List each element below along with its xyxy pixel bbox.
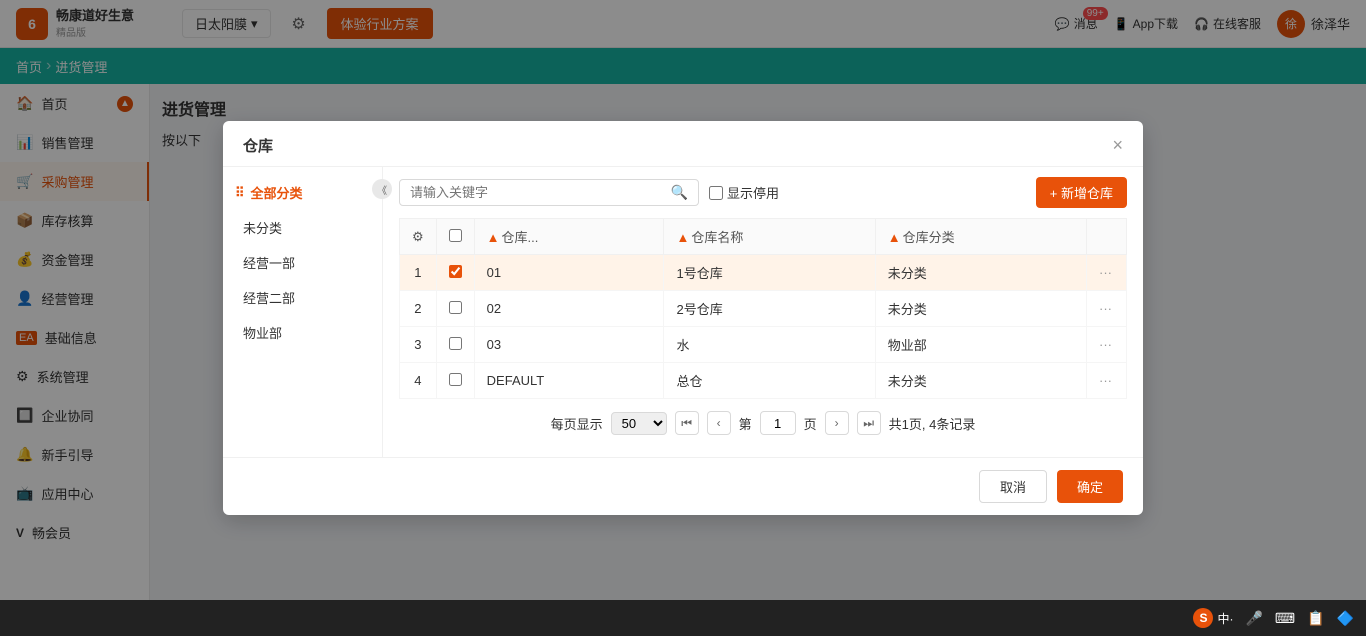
sort-icon-category: ▲ [888,230,901,245]
table-row[interactable]: 4 DEFAULT 总仓 未分类 ··· [400,363,1127,399]
select-all-checkbox[interactable] [449,229,462,242]
show-disabled-checkbox[interactable] [709,186,723,200]
table-row[interactable]: 3 03 水 物业部 ··· [400,327,1127,363]
row-code: 02 [474,291,664,327]
col-actions [1087,219,1127,255]
col-settings: ⚙ [400,219,437,255]
search-input[interactable] [410,185,665,200]
mic-icon[interactable]: 🎤 [1245,610,1262,627]
row-num: 4 [400,363,437,399]
warehouse-modal: 仓库 × ⠿ 全部分类 《 未分类 经营一部 经营二部 物业部 [223,121,1143,515]
row-num: 2 [400,291,437,327]
modal-backdrop: 仓库 × ⠿ 全部分类 《 未分类 经营一部 经营二部 物业部 [0,0,1366,636]
brand-s-icon: S [1193,608,1213,628]
table-toolbar: 🔍 显示停用 + 新增仓库 [399,177,1127,208]
category-item-ops2[interactable]: 经营二部 [223,280,382,315]
search-icon[interactable]: 🔍 [671,184,688,201]
total-info: 共1页, 4条记录 [889,414,976,433]
last-page-button[interactable]: ⏭ [857,411,881,435]
cancel-button[interactable]: 取消 [979,470,1047,503]
table-row[interactable]: 2 02 2号仓库 未分类 ··· [400,291,1127,327]
new-warehouse-button[interactable]: + 新增仓库 [1036,177,1127,208]
bottom-bar: S 中· 🎤 ⌨ 📋 🔷 [0,600,1366,636]
sort-icon: ▲ [487,230,500,245]
category-all-label: 全部分类 [251,183,303,202]
col-category: ▲仓库分类 [875,219,1086,255]
row-category: 未分类 [875,291,1086,327]
row-checkbox[interactable] [436,291,474,327]
category-panel: ⠿ 全部分类 《 未分类 经营一部 经营二部 物业部 [223,167,383,457]
row-checkbox[interactable] [436,255,474,291]
page-number-input[interactable] [760,411,796,435]
col-name: ▲仓库名称 [664,219,875,255]
modal-close-button[interactable]: × [1112,135,1123,156]
row-checkbox[interactable] [436,363,474,399]
row-name: 1号仓库 [664,255,875,291]
table-panel: 🔍 显示停用 + 新增仓库 ⚙ ▲仓库... [383,167,1143,457]
pagination: 每页显示 50 100 ⏮ ‹ 第 页 › ⏭ 共1页, 4条记录 [399,399,1127,447]
row-name: 总仓 [664,363,875,399]
sort-icon-name: ▲ [676,230,689,245]
row-category: 未分类 [875,255,1086,291]
page-suffix: 页 [804,414,817,433]
table-row[interactable]: 1 01 1号仓库 未分类 ··· [400,255,1127,291]
row-code: DEFAULT [474,363,664,399]
next-page-button[interactable]: › [825,411,849,435]
grid-icon: ⠿ [235,185,245,201]
page-size-label: 每页显示 [551,414,603,433]
row-code: 01 [474,255,664,291]
show-disabled-label: 显示停用 [727,183,779,202]
row-actions[interactable]: ··· [1087,255,1127,291]
row-num: 1 [400,255,437,291]
row-actions[interactable]: ··· [1087,291,1127,327]
modal-header: 仓库 × [223,121,1143,167]
row-num: 3 [400,327,437,363]
col-checkbox [436,219,474,255]
confirm-button[interactable]: 确定 [1057,470,1123,503]
search-box: 🔍 [399,179,699,206]
category-all[interactable]: ⠿ 全部分类 [223,175,382,210]
keyboard-icon[interactable]: ⌨ [1275,610,1295,627]
row-code: 03 [474,327,664,363]
clipboard-icon[interactable]: 📋 [1307,610,1324,627]
row-category: 未分类 [875,363,1086,399]
warehouse-table: ⚙ ▲仓库... ▲仓库名称 ▲仓库分类 1 01 1号仓库 未分类 ··· 2 [399,218,1127,399]
category-item-property[interactable]: 物业部 [223,315,382,350]
modal-footer: 取消 确定 [223,457,1143,515]
page-label: 第 [739,414,752,433]
row-name: 2号仓库 [664,291,875,327]
row-category: 物业部 [875,327,1086,363]
collapse-button[interactable]: 《 [372,179,392,199]
page-size-select[interactable]: 50 100 [611,412,667,435]
brand-area: S 中· [1193,608,1233,628]
modal-body: ⠿ 全部分类 《 未分类 经营一部 经营二部 物业部 🔍 [223,167,1143,457]
category-item-ops1[interactable]: 经营一部 [223,245,382,280]
row-actions[interactable]: ··· [1087,363,1127,399]
brand-label: 中· [1217,610,1233,627]
prev-page-button[interactable]: ‹ [707,411,731,435]
category-item-unclassified[interactable]: 未分类 [223,210,382,245]
col-code: ▲仓库... [474,219,664,255]
row-checkbox[interactable] [436,327,474,363]
modal-title: 仓库 [243,135,273,156]
row-name: 水 [664,327,875,363]
row-actions[interactable]: ··· [1087,327,1127,363]
show-disabled-area: 显示停用 [709,183,779,202]
diamond-icon[interactable]: 🔷 [1337,610,1354,627]
first-page-button[interactable]: ⏮ [675,411,699,435]
